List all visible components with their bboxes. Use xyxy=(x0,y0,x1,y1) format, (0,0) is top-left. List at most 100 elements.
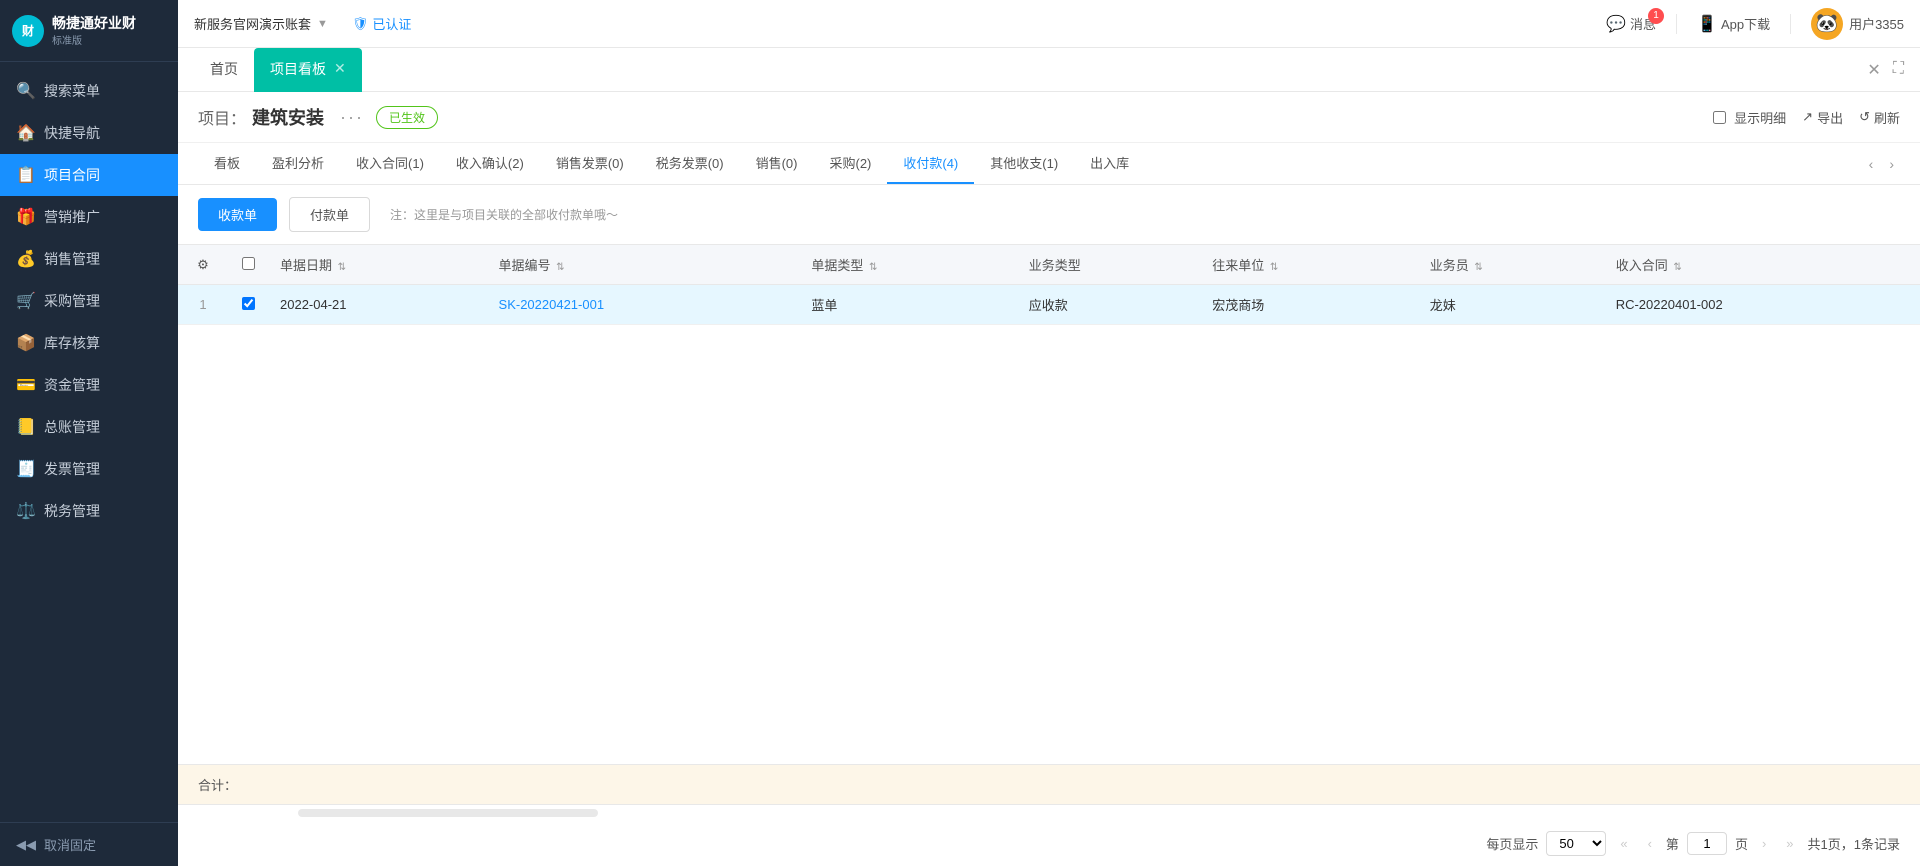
show-detail-label: 显示明细 xyxy=(1734,108,1786,127)
sidebar-item-search[interactable]: 🔍搜索菜单 xyxy=(0,70,178,112)
page-input[interactable] xyxy=(1687,832,1727,855)
date-sort-icon: ⇅ xyxy=(338,262,346,273)
number-col-header[interactable]: 单据编号 ⇅ xyxy=(487,245,800,285)
refresh-icon: ↺ xyxy=(1859,109,1870,125)
sidebar-item-tax[interactable]: ⚖️税务管理 xyxy=(0,490,178,532)
date-col-header[interactable]: 单据日期 ⇅ xyxy=(268,245,487,285)
topbar-left: 新服务官网演示账套 ▼ 🛡 已认证 xyxy=(194,14,1606,33)
divider2 xyxy=(1790,14,1791,34)
sub-tab-sales[interactable]: 销售(0) xyxy=(740,143,814,184)
topbar-right: 💬 消息 1 📱 App下载 🐼 用户3355 xyxy=(1606,8,1904,40)
payment-button[interactable]: 付款单 xyxy=(289,197,370,232)
table-footer: 合计： 每页显示 50 100 200 « ‹ 第 页 › » 共1页，1条记录 xyxy=(178,764,1920,866)
main-area: 新服务官网演示账套 ▼ 🛡 已认证 💬 消息 1 📱 App下载 🐼 用 xyxy=(178,0,1920,866)
project-name: 建筑安装 xyxy=(252,104,324,130)
sidebar-header: 财 畅捷通好业财 标准版 xyxy=(0,0,178,62)
date-col-label: 单据日期 xyxy=(280,258,332,273)
sidebar-item-label: 总账管理 xyxy=(44,417,100,437)
account-selector[interactable]: 新服务官网演示账套 ▼ xyxy=(194,14,328,33)
fake-scrollbar[interactable] xyxy=(298,809,598,817)
sub-tab-income-confirm[interactable]: 收入确认(2) xyxy=(440,143,540,184)
income-contract-col-header[interactable]: 收入合同 ⇅ xyxy=(1604,245,1920,285)
per-page-select[interactable]: 50 100 200 xyxy=(1546,831,1606,856)
message-button[interactable]: 💬 消息 1 xyxy=(1606,14,1656,34)
prev-page-button[interactable]: ‹ xyxy=(1642,834,1658,853)
select-all-checkbox[interactable] xyxy=(242,257,255,270)
tab-project-board-label: 项目看板 xyxy=(270,59,326,79)
row-checkbox[interactable] xyxy=(228,285,268,325)
salesperson-col-header[interactable]: 业务员 ⇅ xyxy=(1418,245,1604,285)
sub-tab-next-button[interactable]: › xyxy=(1883,152,1900,176)
settings-col-header[interactable]: ⚙ xyxy=(178,245,228,285)
salesperson-sort-icon: ⇅ xyxy=(1474,262,1482,273)
table-row[interactable]: 1 2022-04-21 SK-20220421-001 蓝单 应收款 宏茂商场… xyxy=(178,285,1920,325)
settings-icon[interactable]: ⚙ xyxy=(197,257,209,272)
content-area: 项目： 建筑安装 ··· 已生效 显示明细 ↗ 导出 ↺ 刷新 xyxy=(178,92,1920,866)
sub-tab-nav: ‹ › xyxy=(1863,152,1900,176)
app-download-label: App下载 xyxy=(1721,14,1770,33)
row-type: 蓝单 xyxy=(799,285,1016,325)
receipt-button[interactable]: 收款单 xyxy=(198,198,277,231)
first-page-button[interactable]: « xyxy=(1614,834,1633,853)
sidebar-item-label: 项目合同 xyxy=(44,165,100,185)
row-number-link[interactable]: SK-20220421-001 xyxy=(499,297,605,312)
partner-col-header[interactable]: 往来单位 ⇅ xyxy=(1200,245,1417,285)
maximize-window-button[interactable]: ⛶ xyxy=(1893,60,1904,80)
sidebar-item-purchase[interactable]: 🛒采购管理 xyxy=(0,280,178,322)
show-detail-checkbox[interactable]: 显示明细 xyxy=(1713,108,1786,127)
last-page-button[interactable]: » xyxy=(1780,834,1799,853)
unpin-icon: ◀◀ xyxy=(16,837,36,853)
tabbar: 首页 项目看板 ✕ ✕ ⛶ xyxy=(178,48,1920,92)
app-download-button[interactable]: 📱 App下载 xyxy=(1697,14,1770,34)
tab-project-board[interactable]: 项目看板 ✕ xyxy=(254,48,362,92)
row-salesperson: 龙妹 xyxy=(1418,285,1604,325)
type-sort-icon: ⇅ xyxy=(869,262,877,273)
next-page-button[interactable]: › xyxy=(1756,834,1772,853)
panel-buttons: 收款单 付款单 注：这里是与项目关联的全部收付款单哦～ xyxy=(178,185,1920,244)
message-badge: 1 xyxy=(1648,8,1664,24)
sub-tab-income-contract[interactable]: 收入合同(1) xyxy=(340,143,440,184)
sidebar-item-sales[interactable]: 💰销售管理 xyxy=(0,238,178,280)
sub-tab-profit[interactable]: 盈利分析 xyxy=(256,143,340,184)
biz-type-col-label: 业务类型 xyxy=(1029,258,1081,273)
type-col-label: 单据类型 xyxy=(811,258,863,273)
sidebar-item-inventory[interactable]: 📦库存核算 xyxy=(0,322,178,364)
table-container: ⚙ 单据日期 ⇅ 单据编号 ⇅ xyxy=(178,244,1920,764)
tab-close-icon[interactable]: ✕ xyxy=(334,60,346,77)
refresh-button[interactable]: ↺ 刷新 xyxy=(1859,108,1900,127)
sidebar-item-project-contract[interactable]: 📋项目合同 xyxy=(0,154,178,196)
export-button[interactable]: ↗ 导出 xyxy=(1802,108,1843,127)
show-detail-input[interactable] xyxy=(1713,111,1726,124)
sidebar-item-quick-nav[interactable]: 🏠快捷导航 xyxy=(0,112,178,154)
window-controls: ✕ ⛶ xyxy=(1867,60,1904,80)
sub-tab-other-expense[interactable]: 其他收支(1) xyxy=(974,143,1074,184)
sidebar-item-ledger[interactable]: 📒总账管理 xyxy=(0,406,178,448)
more-options-button[interactable]: ··· xyxy=(340,107,364,128)
sub-tab-purchase[interactable]: 采购(2) xyxy=(813,143,887,184)
sub-tab-in-out[interactable]: 出入库 xyxy=(1074,143,1145,184)
topbar: 新服务官网演示账套 ▼ 🛡 已认证 💬 消息 1 📱 App下载 🐼 用 xyxy=(178,0,1920,48)
type-col-header[interactable]: 单据类型 ⇅ xyxy=(799,245,1016,285)
avatar: 🐼 xyxy=(1811,8,1843,40)
sidebar-item-label: 采购管理 xyxy=(44,291,100,311)
sidebar: 财 畅捷通好业财 标准版 🔍搜索菜单🏠快捷导航📋项目合同🎁营销推广💰销售管理🛒采… xyxy=(0,0,178,866)
sub-tab-prev-button[interactable]: ‹ xyxy=(1863,152,1880,176)
sidebar-item-finance[interactable]: 💳资金管理 xyxy=(0,364,178,406)
checkbox-col-header[interactable] xyxy=(228,245,268,285)
salesperson-col-label: 业务员 xyxy=(1430,258,1469,273)
tab-home[interactable]: 首页 xyxy=(194,48,254,92)
user-menu[interactable]: 🐼 用户3355 xyxy=(1811,8,1904,40)
close-window-button[interactable]: ✕ xyxy=(1867,60,1880,80)
sidebar-cancel-pin[interactable]: ◀◀ 取消固定 xyxy=(0,822,178,866)
sub-tab-receipt[interactable]: 收付款(4) xyxy=(887,143,974,184)
sub-tab-sales-invoice[interactable]: 销售发票(0) xyxy=(540,143,640,184)
sales-nav-icon: 💰 xyxy=(16,249,34,269)
sub-tabs: 看板盈利分析收入合同(1)收入确认(2)销售发票(0)税务发票(0)销售(0)采… xyxy=(178,143,1920,185)
biz-type-col-header: 业务类型 xyxy=(1017,245,1201,285)
sidebar-item-invoice[interactable]: 🧾发票管理 xyxy=(0,448,178,490)
row-num: 1 xyxy=(178,285,228,325)
sub-tab-board[interactable]: 看板 xyxy=(198,143,256,184)
sidebar-item-marketing[interactable]: 🎁营销推广 xyxy=(0,196,178,238)
sub-tab-tax-invoice[interactable]: 税务发票(0) xyxy=(640,143,740,184)
panel-note: 注：这里是与项目关联的全部收付款单哦～ xyxy=(390,206,618,223)
